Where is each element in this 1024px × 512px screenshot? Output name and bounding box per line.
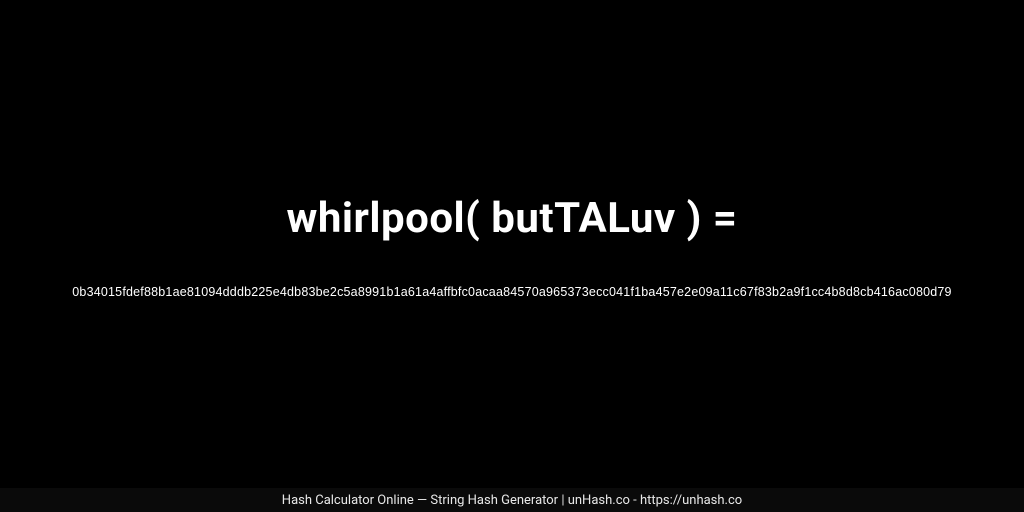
footer-bar: Hash Calculator Online — String Hash Gen… [0,488,1024,512]
hash-output-value: 0b34015fdef88b1ae81094dddb225e4db83be2c5… [72,285,951,299]
hash-expression: whirlpool( butTALuv ) = [287,194,738,243]
main-content: whirlpool( butTALuv ) = 0b34015fdef88b1a… [0,0,1024,512]
footer-text: Hash Calculator Online — String Hash Gen… [282,493,742,508]
